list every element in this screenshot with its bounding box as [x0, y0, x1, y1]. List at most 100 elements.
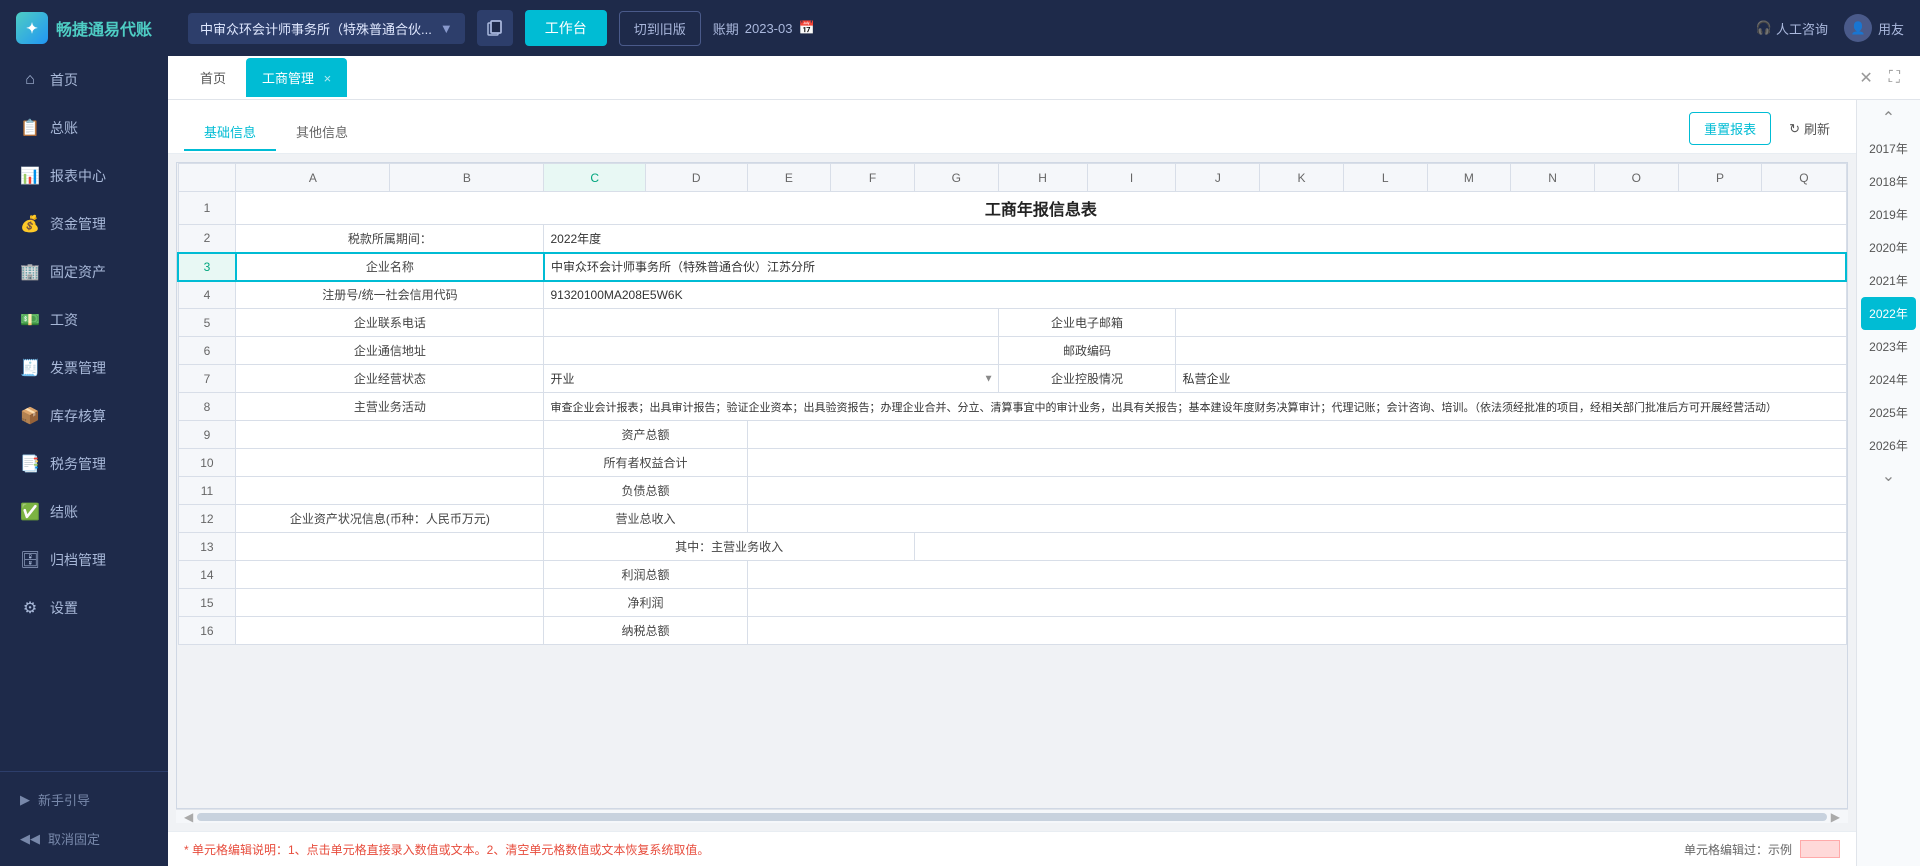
cell-9-assets[interactable]	[747, 421, 1846, 449]
cell-3-value[interactable]: 中审众环会计师事务所（特殊普通合伙）江苏分所	[544, 253, 1846, 281]
footer: * 单元格编辑说明：1、点击单元格直接录入数值或文本。2、清空单元格数值或文本恢…	[168, 831, 1856, 866]
col-F: F	[831, 164, 915, 192]
cell-8-biz[interactable]: 审查企业会计报表；出具审计报告；验证企业资本；出具验资报告；办理企业合并、分立、…	[544, 393, 1846, 421]
help-label: 人工咨询	[1776, 19, 1828, 38]
sidebar-item-unpin[interactable]: ◀◀ 取消固定	[0, 819, 168, 858]
sidebar-item-finance[interactable]: 💰 资金管理	[0, 200, 168, 248]
calendar-icon[interactable]: 📅	[798, 20, 814, 36]
scroll-right-icon[interactable]: ▶	[1827, 810, 1844, 824]
close-window-icon[interactable]: ✕	[1855, 64, 1876, 92]
year-panel-down[interactable]: ⌄	[1873, 462, 1905, 490]
refresh-label: 刷新	[1804, 119, 1830, 138]
tab-industry[interactable]: 工商管理 ×	[246, 58, 347, 97]
year-item-2019[interactable]: 2019年	[1857, 198, 1920, 231]
unpin-icon: ◀◀	[20, 831, 40, 847]
cell-9-empty	[236, 421, 544, 449]
cell-13-main-revenue[interactable]	[914, 533, 1846, 561]
cell-16-tax[interactable]	[747, 617, 1846, 645]
row-num-2: 2	[178, 225, 236, 253]
cell-10-empty	[236, 449, 544, 477]
col-J: J	[1176, 164, 1260, 192]
cell-2-value[interactable]: 2022年度	[544, 225, 1846, 253]
cell-7-status-label: 企业经营状态	[236, 365, 544, 393]
sidebar-label-ledger: 总账	[50, 118, 78, 138]
table-row: 13 其中：主营业务收入	[178, 533, 1846, 561]
year-item-2022[interactable]: 2022年	[1861, 297, 1916, 330]
year-item-2021[interactable]: 2021年	[1857, 264, 1920, 297]
col-C: C	[544, 164, 646, 192]
sidebar-scroll: ⌂ 首页 📋 总账 📊 报表中心 💰 资金管理 🏢 固定资产 💵 工资	[0, 56, 168, 771]
year-item-2023[interactable]: 2023年	[1857, 330, 1920, 363]
year-item-2018[interactable]: 2018年	[1857, 165, 1920, 198]
switch-version-button[interactable]: 切到旧版	[619, 11, 701, 46]
sidebar-item-ledger[interactable]: 📋 总账	[0, 104, 168, 152]
sample-cell	[1800, 840, 1840, 858]
year-item-2024[interactable]: 2024年	[1857, 363, 1920, 396]
help-button[interactable]: 🎧 人工咨询	[1756, 19, 1828, 38]
sidebar-item-home[interactable]: ⌂ 首页	[0, 56, 168, 104]
cell-15-net-profit[interactable]	[747, 589, 1846, 617]
reset-report-button[interactable]: 重置报表	[1689, 112, 1771, 145]
sidebar-label-assets: 固定资产	[50, 262, 106, 282]
year-item-2026[interactable]: 2026年	[1857, 429, 1920, 462]
col-A: A	[236, 164, 390, 192]
sidebar-item-settings[interactable]: ⚙ 设置	[0, 584, 168, 632]
cell-6-zip[interactable]	[1176, 337, 1846, 365]
copy-icon-btn[interactable]	[477, 10, 513, 46]
year-item-2020[interactable]: 2020年	[1857, 231, 1920, 264]
user-menu[interactable]: 👤 用友	[1844, 14, 1904, 42]
maximize-icon[interactable]: ⛶	[1885, 65, 1904, 91]
avatar: 👤	[1844, 14, 1872, 42]
sidebar-item-assets[interactable]: 🏢 固定资产	[0, 248, 168, 296]
cell-15-net-profit-label: 净利润	[544, 589, 747, 617]
cell-10-equity-label: 所有者权益合计	[544, 449, 747, 477]
sidebar-label-home: 首页	[50, 70, 78, 90]
cell-10-equity[interactable]	[747, 449, 1846, 477]
tab-home[interactable]: 首页	[184, 58, 242, 97]
sidebar-item-tax[interactable]: 📑 税务管理	[0, 440, 168, 488]
cell-7-status[interactable]: 开业 ▼	[544, 365, 998, 393]
cell-4-value[interactable]: 91320100MA208E5W6K	[544, 281, 1846, 309]
year-item-2017[interactable]: 2017年	[1857, 132, 1920, 165]
horizontal-scrollbar[interactable]: ◀ ▶	[176, 809, 1848, 823]
refresh-button[interactable]: ↻ 刷新	[1779, 113, 1840, 144]
subtab-other[interactable]: 其他信息	[276, 114, 368, 151]
spreadsheet-container[interactable]: A B C D E F G H I J	[176, 162, 1848, 809]
sidebar-item-inventory[interactable]: 📦 库存核算	[0, 392, 168, 440]
cell-11-debt[interactable]	[747, 477, 1846, 505]
sidebar-item-archive[interactable]: 🗄 归档管理	[0, 536, 168, 584]
cell-5-phone[interactable]	[544, 309, 998, 337]
year-panel-up[interactable]: ⌃	[1873, 104, 1905, 132]
table-row: 10 所有者权益合计	[178, 449, 1846, 477]
main-inner: 基础信息 其他信息 重置报表 ↻ 刷新	[168, 100, 1920, 866]
cell-4-label: 注册号/统一社会信用代码	[236, 281, 544, 309]
company-selector[interactable]: 中审众环会计师事务所（特殊普通合伙... ▼	[188, 13, 465, 44]
cell-5-email[interactable]	[1176, 309, 1846, 337]
cell-14-profit[interactable]	[747, 561, 1846, 589]
sidebar-item-salary[interactable]: 💵 工资	[0, 296, 168, 344]
subtab-basic[interactable]: 基础信息	[184, 114, 276, 151]
sidebar-item-report[interactable]: 📊 报表中心	[0, 152, 168, 200]
col-P: P	[1678, 164, 1762, 192]
cell-7-holding[interactable]: 私营企业	[1176, 365, 1846, 393]
cell-9-assets-label: 资产总额	[544, 421, 747, 449]
sidebar-item-checkout[interactable]: ✅ 结账	[0, 488, 168, 536]
col-O: O	[1594, 164, 1678, 192]
workbench-button[interactable]: 工作台	[525, 10, 607, 46]
sidebar-item-guide[interactable]: ▶ 新手引导	[0, 780, 168, 819]
checkout-icon: ✅	[20, 502, 40, 522]
cell-12-revenue[interactable]	[747, 505, 1846, 533]
cell-3-label: 企业名称	[236, 253, 544, 281]
sidebar-item-invoice[interactable]: 🧾 发票管理	[0, 344, 168, 392]
cell-5-email-label: 企业电子邮箱	[998, 309, 1176, 337]
scroll-thumb[interactable]	[197, 813, 1827, 821]
main-area: 首页 工商管理 × ✕ ⛶ 基础信息 其他信息 重置报表	[168, 56, 1920, 866]
scroll-left-icon[interactable]: ◀	[180, 810, 197, 824]
sidebar-label-checkout: 结账	[50, 502, 78, 522]
year-item-2025[interactable]: 2025年	[1857, 396, 1920, 429]
tab-close-icon[interactable]: ×	[324, 71, 332, 86]
cell-6-addr[interactable]	[544, 337, 998, 365]
row-num-4: 4	[178, 281, 236, 309]
title-cell[interactable]: 工商年报信息表	[236, 192, 1846, 225]
topbar-right: 🎧 人工咨询 👤 用友	[1756, 14, 1904, 42]
